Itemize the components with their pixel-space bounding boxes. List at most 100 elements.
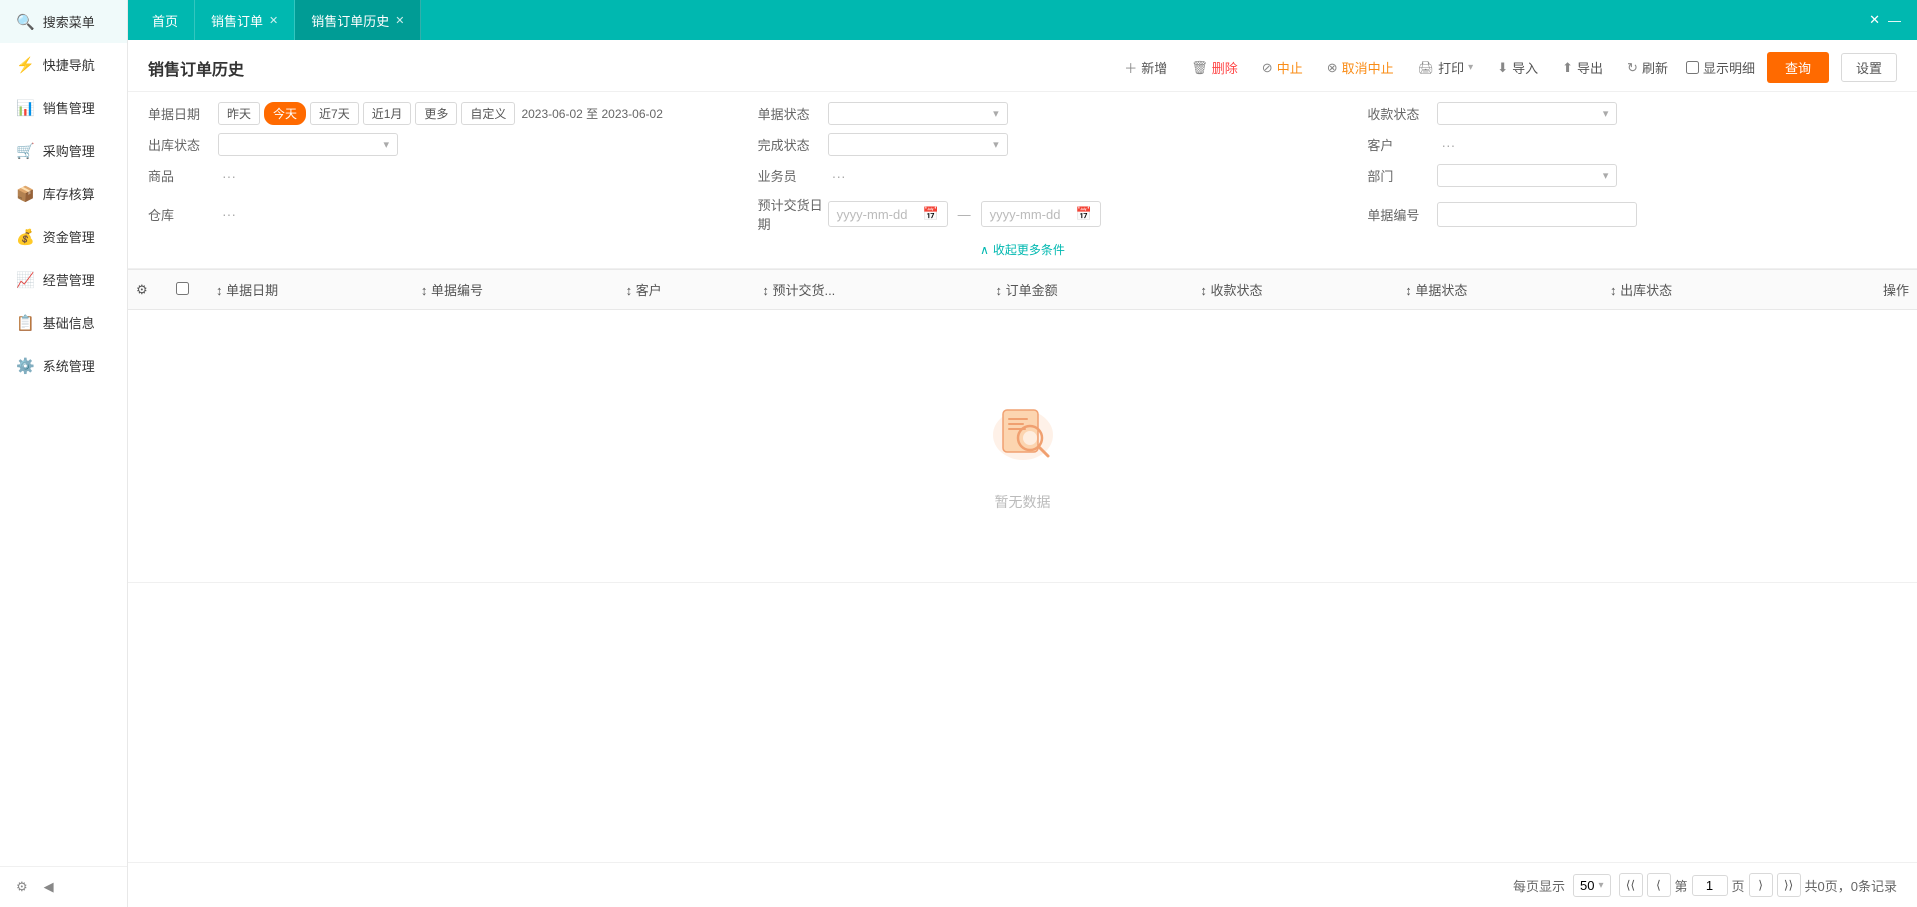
- sidebar-settings-icon[interactable]: ⚙: [16, 879, 28, 895]
- payment-status-label: 收款状态: [1367, 104, 1437, 123]
- payment-status-select[interactable]: ▾: [1437, 102, 1617, 125]
- sidebar-item-sales[interactable]: 📊 销售管理: [0, 86, 127, 129]
- sidebar-item-search[interactable]: 🔍 搜索菜单: [0, 0, 127, 43]
- window-minimize-btn[interactable]: —: [1888, 13, 1901, 28]
- topbar: 首页 销售订单 ✕ 销售订单历史 ✕ ✕ —: [128, 0, 1917, 40]
- sidebar-item-finance[interactable]: 💰 资金管理: [0, 215, 127, 258]
- bill-status-label: 单据状态: [758, 104, 828, 123]
- sidebar-item-purchase[interactable]: 🛒 采购管理: [0, 129, 127, 172]
- out-status-field: ▾: [218, 133, 678, 156]
- customer-ellipsis[interactable]: ···: [1437, 135, 1459, 155]
- sidebar-item-inventory[interactable]: 📦 库存核算: [0, 172, 127, 215]
- sidebar-item-quicknav[interactable]: ⚡ 快捷导航: [0, 43, 127, 86]
- print-arrow: ▾: [1468, 62, 1473, 73]
- bill-status-select[interactable]: ▾: [828, 102, 1008, 125]
- th-delivery[interactable]: ↕ 预计交货...: [754, 270, 987, 310]
- th-checkbox[interactable]: [168, 270, 208, 310]
- delivery-date-end[interactable]: yyyy-mm-dd 📅: [981, 201, 1101, 227]
- settings-gear-icon[interactable]: ⚙: [136, 282, 148, 297]
- base-icon: 📋: [16, 314, 35, 332]
- per-page-select[interactable]: 50 ▾: [1573, 874, 1611, 897]
- filter-row-date: 单据日期 昨天 今天 近7天 近1月 更多 自定义 2023-06-02 至 2…: [148, 102, 1897, 125]
- department-select[interactable]: ▾: [1437, 164, 1617, 187]
- delete-btn[interactable]: 🗑 删除: [1185, 54, 1244, 81]
- cancel-stop-btn[interactable]: ⊗ 取消中止: [1321, 54, 1400, 81]
- last-page-btn[interactable]: ⟩⟩: [1777, 873, 1801, 897]
- tab-home[interactable]: 首页: [136, 0, 195, 40]
- stop-btn[interactable]: ⊘ 中止: [1256, 54, 1309, 81]
- sidebar-item-base[interactable]: 📋 基础信息: [0, 301, 127, 344]
- bill-status-field: ▾: [828, 102, 1288, 125]
- warehouse-label: 仓库: [148, 205, 218, 224]
- goods-field: ···: [218, 166, 678, 186]
- tab-sales-order[interactable]: 销售订单 ✕: [195, 0, 295, 40]
- empty-cell: 暂无数据: [128, 310, 1917, 583]
- th-settings[interactable]: ⚙: [128, 270, 168, 310]
- cancel-stop-icon: ⊗: [1327, 60, 1338, 76]
- bill-status-arrow: ▾: [993, 107, 999, 120]
- th-bill-status[interactable]: ↕ 单据状态: [1397, 270, 1602, 310]
- th-out-status[interactable]: ↕ 出库状态: [1602, 270, 1807, 310]
- display-toggle[interactable]: 显示明细: [1686, 58, 1755, 77]
- empty-illustration: [973, 380, 1073, 480]
- date-btn-yesterday[interactable]: 昨天: [218, 102, 260, 125]
- warehouse-field: ···: [218, 204, 678, 224]
- page-header: 销售订单历史 ＋ 新增 🗑 删除 ⊘ 中止 ⊗ 取消中止: [128, 40, 1917, 92]
- total-info: 共0页，0条记录: [1805, 876, 1897, 895]
- delete-icon: 🗑: [1191, 60, 1208, 76]
- collapse-row[interactable]: ∧ 收起更多条件: [148, 241, 1897, 258]
- import-btn[interactable]: ⬇ 导入: [1491, 54, 1544, 81]
- delivery-date-start[interactable]: yyyy-mm-dd 📅: [828, 201, 948, 227]
- delivery-date-field: yyyy-mm-dd 📅 — yyyy-mm-dd 📅: [828, 201, 1288, 227]
- complete-status-label: 完成状态: [758, 135, 828, 154]
- filter-area: 单据日期 昨天 今天 近7天 近1月 更多 自定义 2023-06-02 至 2…: [128, 92, 1917, 269]
- date-btn-today[interactable]: 今天: [264, 102, 306, 125]
- sidebar-item-operations[interactable]: 📈 经营管理: [0, 258, 127, 301]
- new-icon: ＋: [1124, 58, 1137, 77]
- display-toggle-checkbox[interactable]: [1686, 61, 1699, 74]
- select-all-checkbox[interactable]: [176, 282, 189, 295]
- operations-icon: 📈: [16, 271, 35, 289]
- inventory-icon: 📦: [16, 185, 35, 203]
- th-amount[interactable]: ↕ 订单金额: [988, 270, 1193, 310]
- window-close-btn[interactable]: ✕: [1869, 12, 1880, 28]
- prev-page-btn[interactable]: ⟨: [1647, 873, 1671, 897]
- salesman-ellipsis[interactable]: ···: [828, 166, 850, 186]
- new-btn[interactable]: ＋ 新增: [1118, 54, 1173, 81]
- empty-text: 暂无数据: [995, 492, 1051, 512]
- refresh-btn[interactable]: ↻ 刷新: [1621, 54, 1674, 81]
- tab-sales-order-close[interactable]: ✕: [269, 14, 278, 27]
- search-button[interactable]: 查询: [1767, 52, 1829, 83]
- sidebar-item-system[interactable]: ⚙️ 系统管理: [0, 344, 127, 387]
- date-btn-custom[interactable]: 自定义: [461, 102, 515, 125]
- date-btn-last30[interactable]: 近1月: [363, 102, 412, 125]
- th-payment-status[interactable]: ↕ 收款状态: [1192, 270, 1397, 310]
- warehouse-ellipsis[interactable]: ···: [218, 204, 240, 224]
- tab-history-close[interactable]: ✕: [395, 14, 404, 27]
- bill-number-input[interactable]: [1437, 202, 1637, 227]
- empty-state: 暂无数据: [136, 320, 1909, 572]
- tab-sales-order-history[interactable]: 销售订单历史 ✕: [295, 0, 421, 40]
- date-btn-more[interactable]: 更多: [415, 102, 457, 125]
- th-number[interactable]: ↕ 单据编号: [413, 270, 618, 310]
- pagination: ⟨⟨ ⟨ 第 页 ⟩ ⟩⟩ 共0页，0条记录: [1619, 873, 1898, 897]
- print-btn[interactable]: 🖨 打印 ▾: [1412, 54, 1480, 81]
- next-page-btn[interactable]: ⟩: [1749, 873, 1773, 897]
- first-page-btn[interactable]: ⟨⟨: [1619, 873, 1643, 897]
- date-btn-last7[interactable]: 近7天: [310, 102, 359, 125]
- payment-status-arrow: ▾: [1603, 107, 1609, 120]
- export-btn[interactable]: ⬆ 导出: [1556, 54, 1609, 81]
- page-title: 销售订单历史: [148, 56, 244, 80]
- out-status-select[interactable]: ▾: [218, 133, 398, 156]
- setting-button[interactable]: 设置: [1841, 53, 1897, 82]
- salesman-label: 业务员: [758, 166, 828, 185]
- calendar-icon-end: 📅: [1075, 206, 1091, 222]
- sidebar-collapse-icon[interactable]: ◀: [44, 879, 54, 895]
- complete-status-select[interactable]: ▾: [828, 133, 1008, 156]
- th-date[interactable]: ↕ 单据日期: [208, 270, 413, 310]
- print-icon: 🖨: [1418, 60, 1435, 76]
- page-input[interactable]: [1692, 875, 1728, 896]
- date-buttons: 昨天 今天 近7天 近1月 更多 自定义: [218, 102, 515, 125]
- goods-ellipsis[interactable]: ···: [218, 166, 240, 186]
- th-customer[interactable]: ↕ 客户: [618, 270, 755, 310]
